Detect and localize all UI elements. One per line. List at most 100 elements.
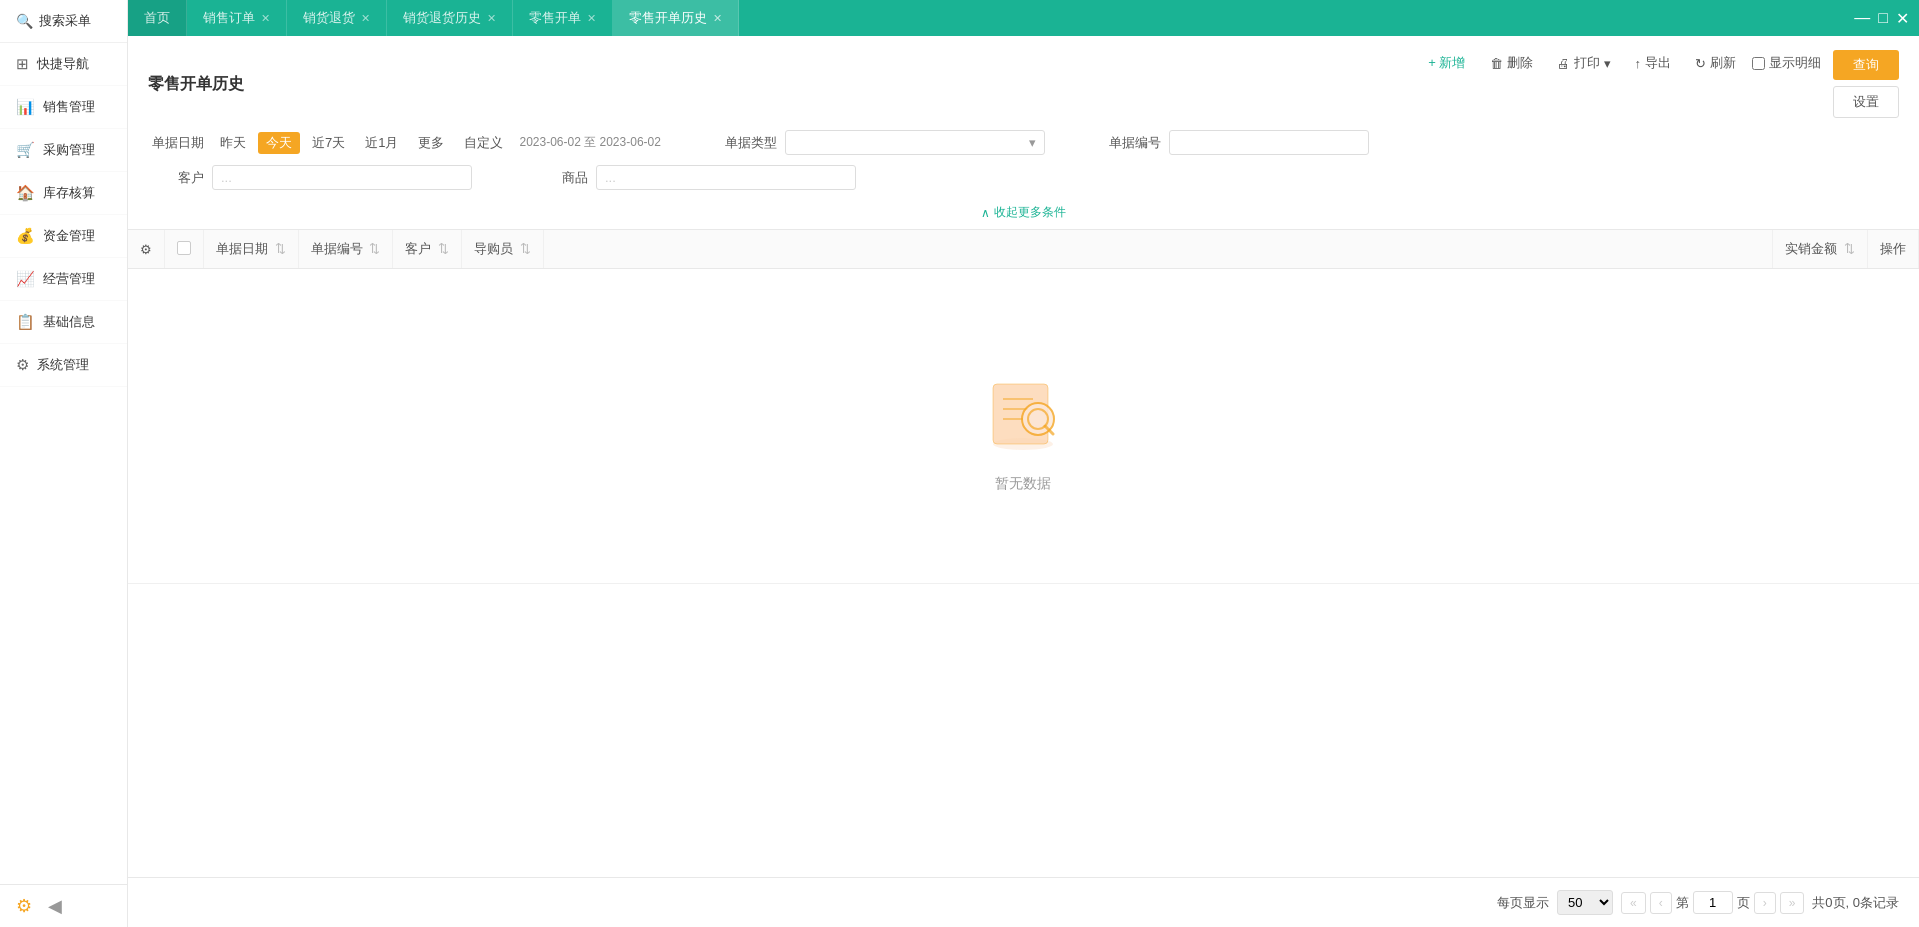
tab-sales-return-label: 销货退货 xyxy=(303,9,355,27)
filter-row-1: 单据日期 昨天 今天 近7天 近1月 更多 自定义 2023-06-02 至 2… xyxy=(148,130,1899,155)
tab-retail-open-close[interactable]: ✕ xyxy=(587,12,596,25)
content-area: 零售开单历史 + 新增 🗑 删除 🖨 打印 ▾ xyxy=(128,36,1919,927)
tab-retail-open-history-close[interactable]: ✕ xyxy=(713,12,722,25)
number-filter-input[interactable] xyxy=(1169,130,1369,155)
next-page-button[interactable]: › xyxy=(1754,892,1776,914)
empty-state-row: 暂无数据 xyxy=(128,269,1919,584)
display-dense-checkbox[interactable] xyxy=(1752,57,1765,70)
tab-sales-order-close[interactable]: ✕ xyxy=(261,12,270,25)
date-filter-label: 单据日期 xyxy=(148,134,204,152)
export-button[interactable]: ↑ 导出 xyxy=(1627,50,1680,76)
sidebar-item-quick-nav[interactable]: ⊞ 快捷导航 xyxy=(0,43,127,86)
sidebar-item-system-mgmt[interactable]: ⚙ 系统管理 xyxy=(0,344,127,387)
refresh-button[interactable]: ↻ 刷新 xyxy=(1687,50,1744,76)
filter-row-2: 客户 ... 商品 ... xyxy=(148,165,1899,190)
pagination: 每页显示 50 10 20 100 « ‹ 第 页 › » 共0页, 0条记录 xyxy=(128,877,1919,927)
maximize-button[interactable]: □ xyxy=(1878,9,1888,27)
date-opt-more[interactable]: 更多 xyxy=(410,132,452,154)
tab-sales-order[interactable]: 销售订单 ✕ xyxy=(187,0,287,36)
sort-number-icon: ⇅ xyxy=(369,241,380,256)
select-all-checkbox[interactable] xyxy=(177,241,191,255)
sidebar-item-inventory[interactable]: 🏠 库存核算 xyxy=(0,172,127,215)
toolbar-right-section: 查询 设置 xyxy=(1833,50,1899,118)
collapse-sidebar-icon[interactable]: ◀ xyxy=(48,895,62,917)
tab-sales-return[interactable]: 销货退货 ✕ xyxy=(287,0,387,36)
tab-sales-return-history-close[interactable]: ✕ xyxy=(487,12,496,25)
sidebar-item-label: 基础信息 xyxy=(43,313,95,331)
empty-state-cell: 暂无数据 xyxy=(128,269,1919,584)
empty-illustration xyxy=(973,359,1073,459)
goods-filter-label: 商品 xyxy=(532,169,588,187)
gear-icon[interactable]: ⚙ xyxy=(140,242,152,257)
sidebar-item-operations[interactable]: 📈 经营管理 xyxy=(0,258,127,301)
type-select[interactable]: ▾ xyxy=(785,130,1045,155)
date-filter-group: 单据日期 昨天 今天 近7天 近1月 更多 自定义 2023-06-02 至 2… xyxy=(148,132,661,154)
first-page-button[interactable]: « xyxy=(1621,892,1646,914)
minimize-button[interactable]: — xyxy=(1854,9,1870,27)
filter-area: 单据日期 昨天 今天 近7天 近1月 更多 自定义 2023-06-02 至 2… xyxy=(148,130,1899,229)
sidebar-item-finance[interactable]: 💰 资金管理 xyxy=(0,215,127,258)
date-opt-custom[interactable]: 自定义 xyxy=(456,132,511,154)
th-number[interactable]: 单据编号 ⇅ xyxy=(298,230,393,269)
page-title-row: 零售开单历史 + 新增 🗑 删除 🖨 打印 ▾ xyxy=(148,50,1899,118)
purchase-mgmt-icon: 🛒 xyxy=(16,141,35,159)
th-amount[interactable]: 实销金额 ⇅ xyxy=(1773,230,1868,269)
print-button[interactable]: 🖨 打印 ▾ xyxy=(1549,50,1619,76)
date-opt-yesterday[interactable]: 昨天 xyxy=(212,132,254,154)
sidebar-search[interactable]: 🔍 搜索采单 xyxy=(0,0,127,43)
sales-mgmt-icon: 📊 xyxy=(16,98,35,116)
date-opt-1month[interactable]: 近1月 xyxy=(357,132,406,154)
prev-page-button[interactable]: ‹ xyxy=(1650,892,1672,914)
sidebar-item-label: 快捷导航 xyxy=(37,55,89,73)
main-area: 首页 销售订单 ✕ 销货退货 ✕ 销货退货历史 ✕ 零售开单 ✕ 零售开单历史 … xyxy=(128,0,1919,927)
sidebar-item-purchase-mgmt[interactable]: 🛒 采购管理 xyxy=(0,129,127,172)
tab-home[interactable]: 首页 xyxy=(128,0,187,36)
display-dense-toggle[interactable]: 显示明细 xyxy=(1752,54,1821,72)
customer-filter-label: 客户 xyxy=(148,169,204,187)
tab-retail-open[interactable]: 零售开单 ✕ xyxy=(513,0,613,36)
refresh-label: 刷新 xyxy=(1710,54,1736,72)
th-date[interactable]: 单据日期 ⇅ xyxy=(204,230,299,269)
window-controls: — □ ✕ xyxy=(1854,9,1919,28)
tab-sales-return-history[interactable]: 销货退货历史 ✕ xyxy=(387,0,513,36)
date-opt-7days[interactable]: 近7天 xyxy=(304,132,353,154)
tab-sales-return-history-label: 销货退货历史 xyxy=(403,9,481,27)
sidebar-nav: ⊞ 快捷导航 📊 销售管理 🛒 采购管理 🏠 库存核算 💰 资金管理 📈 经营管… xyxy=(0,43,127,884)
sidebar-item-basic-info[interactable]: 📋 基础信息 xyxy=(0,301,127,344)
type-select-arrow: ▾ xyxy=(1029,135,1036,150)
table-header-row: ⚙ 单据日期 ⇅ 单据编号 ⇅ xyxy=(128,230,1919,269)
collapse-bar[interactable]: ∧ 收起更多条件 xyxy=(148,200,1899,229)
tab-sales-return-close[interactable]: ✕ xyxy=(361,12,370,25)
finance-icon: 💰 xyxy=(16,227,35,245)
sidebar-bottom: ⚙ ◀ xyxy=(0,884,127,927)
add-button[interactable]: + 新增 xyxy=(1420,50,1473,76)
goods-filter-input[interactable]: ... xyxy=(596,165,856,190)
table-header: ⚙ 单据日期 ⇅ 单据编号 ⇅ xyxy=(128,230,1919,269)
sidebar-item-label: 库存核算 xyxy=(43,184,95,202)
date-opt-today[interactable]: 今天 xyxy=(258,132,300,154)
sidebar-item-sales-mgmt[interactable]: 📊 销售管理 xyxy=(0,86,127,129)
th-gear[interactable]: ⚙ xyxy=(128,230,165,269)
quick-nav-icon: ⊞ xyxy=(16,55,29,73)
number-filter-label: 单据编号 xyxy=(1105,134,1161,152)
settings-button[interactable]: 设置 xyxy=(1833,86,1899,118)
settings-icon[interactable]: ⚙ xyxy=(16,895,32,917)
th-check[interactable] xyxy=(165,230,204,269)
close-button[interactable]: ✕ xyxy=(1896,9,1909,28)
sidebar-item-label: 经营管理 xyxy=(43,270,95,288)
tab-retail-open-history[interactable]: 零售开单历史 ✕ xyxy=(613,0,739,36)
sidebar-item-label: 采购管理 xyxy=(43,141,95,159)
page-input[interactable] xyxy=(1693,891,1733,914)
per-page-select[interactable]: 50 10 20 100 xyxy=(1557,890,1613,915)
page-nav: « ‹ 第 页 › » xyxy=(1621,891,1804,914)
last-page-button[interactable]: » xyxy=(1780,892,1805,914)
export-icon: ↑ xyxy=(1635,56,1642,71)
tab-home-label: 首页 xyxy=(144,9,170,27)
delete-button[interactable]: 🗑 删除 xyxy=(1482,50,1541,76)
print-icon: 🖨 xyxy=(1557,56,1570,71)
th-salesperson[interactable]: 导购员 ⇅ xyxy=(461,230,543,269)
number-filter-group: 单据编号 xyxy=(1105,130,1369,155)
query-button[interactable]: 查询 xyxy=(1833,50,1899,80)
th-customer[interactable]: 客户 ⇅ xyxy=(393,230,462,269)
customer-filter-input[interactable]: ... xyxy=(212,165,472,190)
